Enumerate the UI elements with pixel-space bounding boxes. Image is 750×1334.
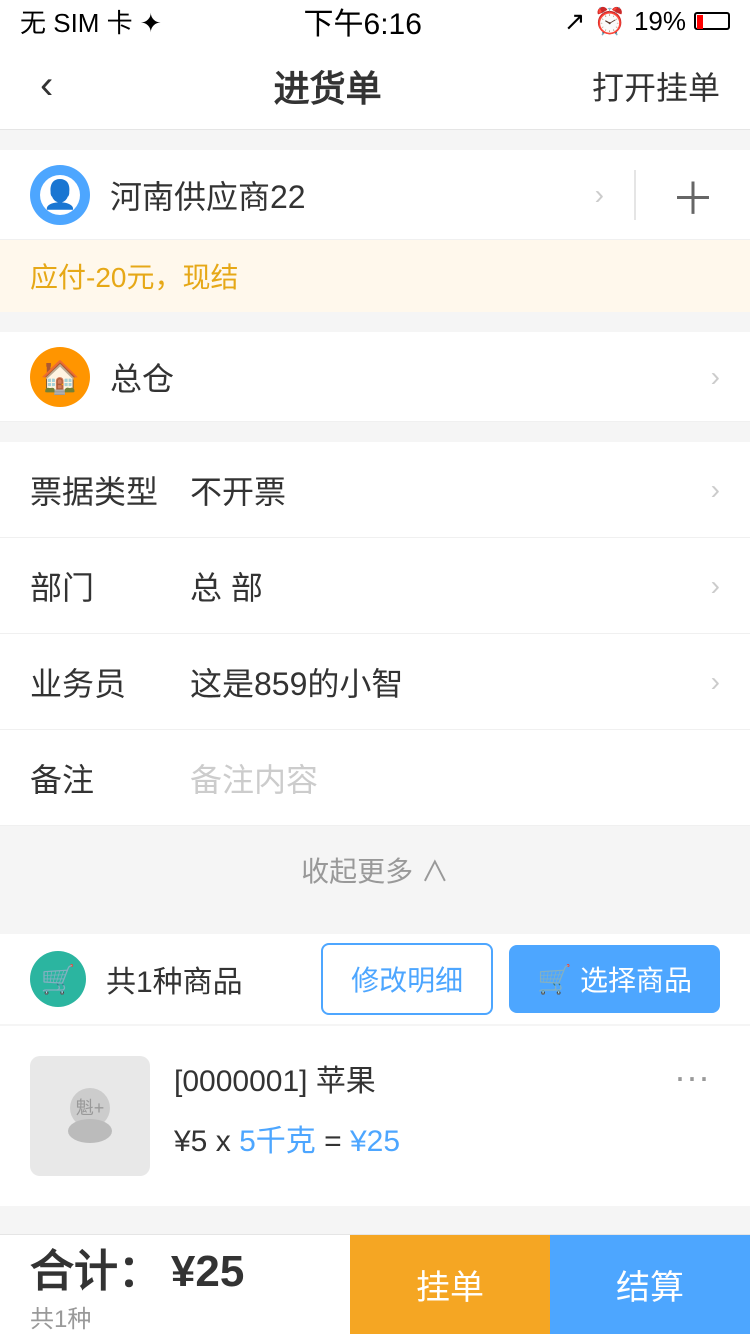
notice-bar: 应付-20元，现结 [0,240,750,312]
warehouse-chevron-icon: › [711,361,720,393]
supplier-divider [634,170,636,220]
warehouse-section: 🏠 总仓 › [0,332,750,422]
alarm-icon: ⏰ [594,6,626,37]
invoice-type-row[interactable]: 票据类型 不开票 › [0,442,750,538]
product-thumbnail: 魁+ [30,1056,150,1176]
dept-label: 部门 [30,563,170,609]
cart-icon: 🛒 [41,963,76,996]
select-product-icon: 🛒 [537,963,572,996]
product-multiply: x [216,1125,239,1158]
remark-label: 备注 [30,755,170,801]
product-more-button[interactable]: ··· [664,1056,720,1098]
form-section: 票据类型 不开票 › 部门 总 部 › 业务员 这是859的小智 › 备注 备注… [0,442,750,826]
add-supplier-button[interactable]: ＋ [666,163,720,227]
status-bar: 无 SIM 卡 ✦ 下午6:16 ↗ ⏰ 19% [0,0,750,42]
select-product-label: 选择商品 [580,959,692,999]
home-icon: 🏠 [40,358,80,396]
product-thumb-icon: 魁+ [50,1076,130,1156]
battery-status: 19% [634,6,686,37]
bottom-bar: 合计： ¥25 共1种 挂单 结算 [0,1234,750,1334]
total-amount-display: 合计： ¥25 [30,1235,320,1299]
sales-row[interactable]: 业务员 这是859的小智 › [0,634,750,730]
supplier-name: 河南供应商22 [110,172,595,218]
invoice-type-value: 不开票 [170,467,711,513]
sim-status: 无 SIM 卡 ✦ [20,3,162,40]
section-gap-2 [0,312,750,332]
open-pending-button[interactable]: 打开挂单 [592,63,720,109]
total-currency: ¥ [171,1247,195,1296]
product-equals: = [324,1125,350,1158]
warehouse-name: 总仓 [110,354,711,400]
invoice-type-label: 票据类型 [30,467,170,513]
total-sub-label: 共1种 [30,1299,320,1334]
warehouse-icon: 🏠 [30,347,90,407]
battery-icon [694,12,730,30]
product-unit-price: ¥5 [174,1125,207,1158]
supplier-chevron-icon: › [595,179,604,211]
total-label: 合计： [30,1247,162,1296]
product-header: 🛒 共1种商品 修改明细 🛒 选择商品 [0,934,750,1024]
supplier-row[interactable]: 👤 河南供应商22 › ＋ [0,150,750,240]
collapse-button[interactable]: 收起更多 ∧ [0,826,750,914]
select-product-button[interactable]: 🛒 选择商品 [509,945,720,1013]
supplier-section: 👤 河南供应商22 › ＋ 应付-20元，现结 [0,150,750,312]
dept-value: 总 部 [170,563,711,609]
bottom-total: 合计： ¥25 共1种 [0,1235,350,1334]
edit-detail-button[interactable]: 修改明细 [321,943,493,1015]
product-price: ¥5 x 5千克 = ¥25 [174,1116,664,1160]
product-total: ¥25 [350,1125,400,1158]
status-bar-left: 无 SIM 卡 ✦ [20,3,162,40]
sales-chevron-icon: › [711,666,720,698]
total-number: 25 [195,1247,244,1296]
checkout-button[interactable]: 结算 [550,1235,750,1334]
location-icon: ↗ [564,6,586,37]
remark-row[interactable]: 备注 备注内容 [0,730,750,826]
section-gap-1 [0,130,750,150]
status-bar-time: 下午6:16 [304,0,422,43]
supplier-avatar: 👤 [30,165,90,225]
product-code: [0000001] [174,1065,307,1098]
section-gap-3 [0,422,750,442]
hang-order-button[interactable]: 挂单 [350,1235,550,1334]
product-name: [0000001] 苹果 [174,1056,664,1100]
product-info: [0000001] 苹果 ¥5 x 5千克 = ¥25 [174,1056,664,1160]
status-bar-right: ↗ ⏰ 19% [564,6,730,37]
sales-label: 业务员 [30,659,170,705]
sales-value: 这是859的小智 [170,659,711,705]
product-card: 魁+ [0000001] 苹果 ¥5 x 5千克 = ¥25 ··· [0,1026,750,1206]
product-qty: 5千克 [239,1125,316,1158]
page-title: 进货单 [274,60,382,112]
product-icon: 🛒 [30,951,86,1007]
person-icon: 👤 [43,178,78,211]
svg-text:魁+: 魁+ [76,1098,105,1118]
invoice-chevron-icon: › [711,474,720,506]
nav-bar: ‹ 进货单 打开挂单 [0,42,750,130]
product-count: 共1种商品 [106,957,321,1001]
remark-input[interactable]: 备注内容 [170,755,720,801]
avatar-inner: 👤 [40,175,80,215]
back-button[interactable]: ‹ [30,53,63,118]
warehouse-row[interactable]: 🏠 总仓 › [0,332,750,422]
product-title: 苹果 [316,1065,376,1098]
dept-chevron-icon: › [711,570,720,602]
dept-row[interactable]: 部门 总 部 › [0,538,750,634]
